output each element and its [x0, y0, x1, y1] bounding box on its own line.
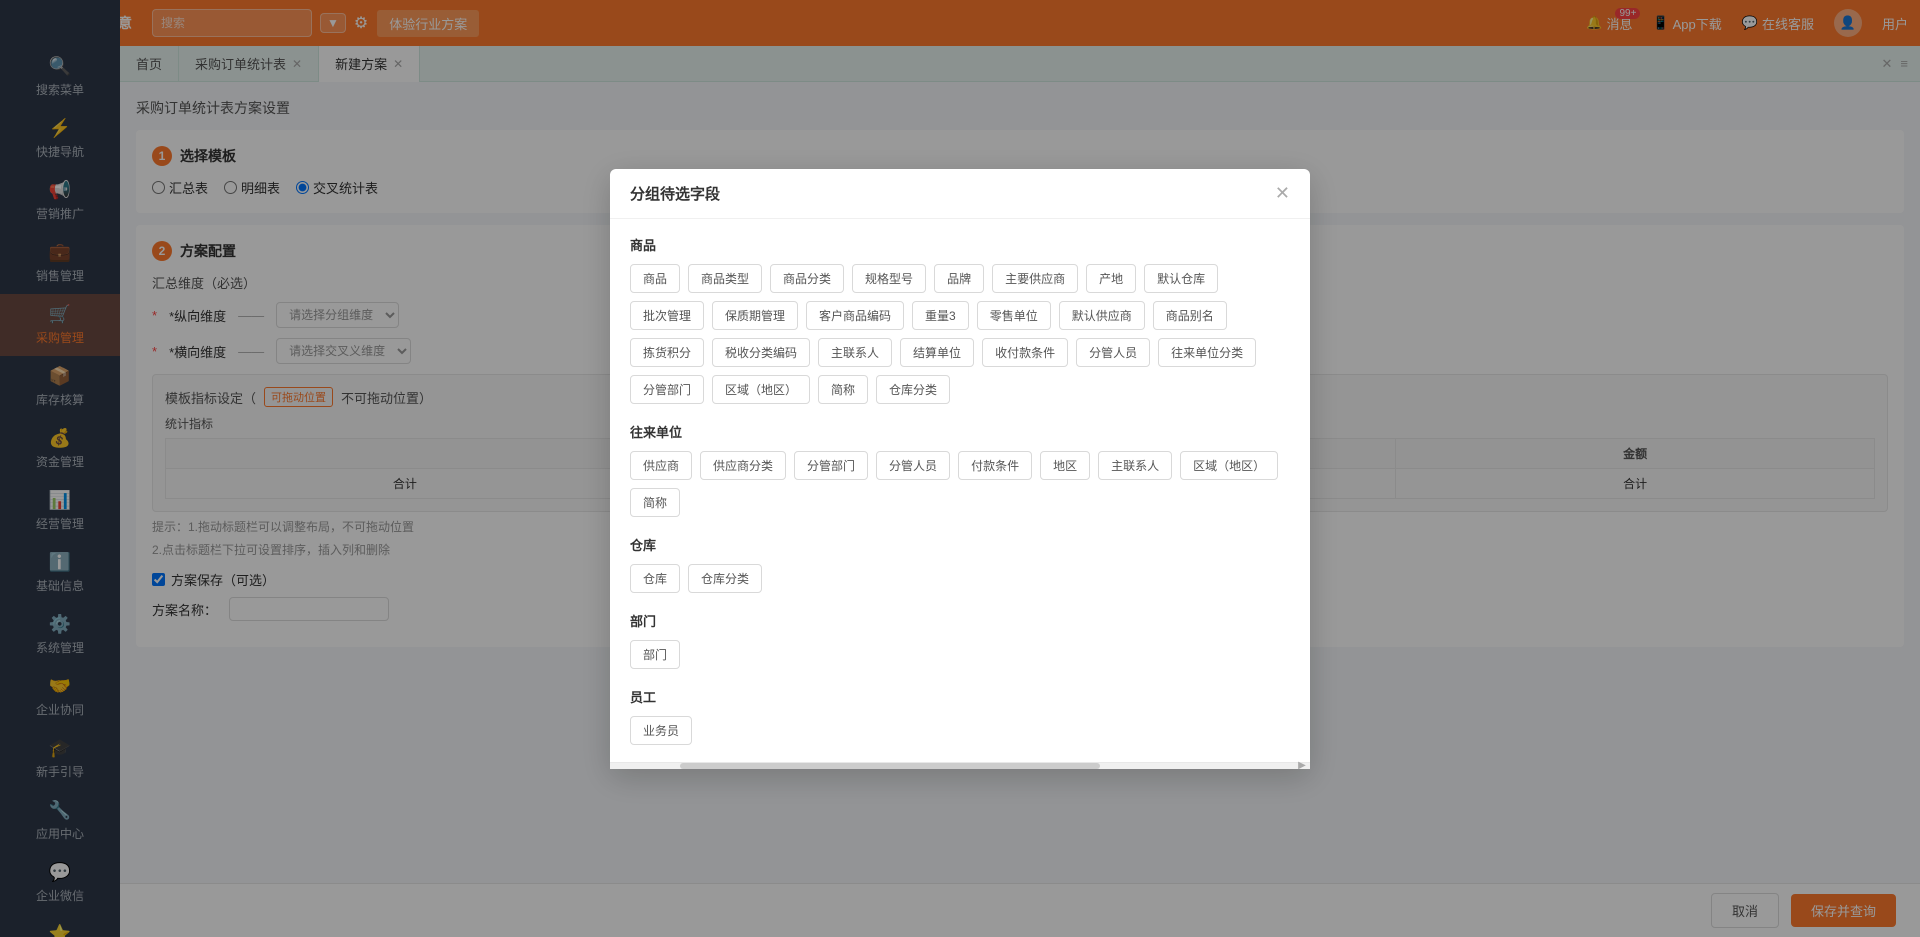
- field-group-员工: 员工业务员: [630, 687, 1290, 745]
- field-tag[interactable]: 部门: [630, 640, 680, 669]
- field-tag[interactable]: 付款条件: [958, 451, 1032, 480]
- field-tag[interactable]: 保质期管理: [712, 301, 798, 330]
- modal: 分组待选字段 ✕ 商品商品商品类型商品分类规格型号品牌主要供应商产地默认仓库批次…: [610, 169, 1310, 769]
- field-tag[interactable]: 主联系人: [1098, 451, 1172, 480]
- field-tag[interactable]: 分管部门: [794, 451, 868, 480]
- field-tag[interactable]: 零售单位: [977, 301, 1051, 330]
- field-tag[interactable]: 收付款条件: [982, 338, 1068, 367]
- field-group-部门: 部门部门: [630, 611, 1290, 669]
- field-tag[interactable]: 主要供应商: [992, 264, 1078, 293]
- modal-header: 分组待选字段 ✕: [610, 169, 1310, 219]
- field-tags: 商品商品类型商品分类规格型号品牌主要供应商产地默认仓库批次管理保质期管理客户商品…: [630, 264, 1290, 404]
- modal-horizontal-scrollbar[interactable]: ▶: [610, 762, 1310, 769]
- field-tag[interactable]: 客户商品编码: [806, 301, 904, 330]
- field-tag[interactable]: 供应商: [630, 451, 692, 480]
- scroll-right-arrow[interactable]: ▶: [1294, 763, 1310, 769]
- field-tag[interactable]: 分管人员: [1076, 338, 1150, 367]
- field-tag[interactable]: 分管部门: [630, 375, 704, 404]
- modal-overlay[interactable]: 分组待选字段 ✕ 商品商品商品类型商品分类规格型号品牌主要供应商产地默认仓库批次…: [0, 0, 1920, 937]
- field-tag[interactable]: 批次管理: [630, 301, 704, 330]
- modal-title: 分组待选字段: [630, 183, 720, 204]
- field-tag[interactable]: 仓库分类: [876, 375, 950, 404]
- field-tag[interactable]: 往来单位分类: [1158, 338, 1256, 367]
- field-tag[interactable]: 简称: [630, 488, 680, 517]
- field-tags: 部门: [630, 640, 1290, 669]
- field-group-title: 员工: [630, 687, 1290, 706]
- modal-close-button[interactable]: ✕: [1275, 183, 1290, 204]
- field-tag[interactable]: 商品类型: [688, 264, 762, 293]
- field-tags: 业务员: [630, 716, 1290, 745]
- field-tag[interactable]: 商品: [630, 264, 680, 293]
- field-tag[interactable]: 品牌: [934, 264, 984, 293]
- field-group-title: 往来单位: [630, 422, 1290, 441]
- field-tag[interactable]: 拣货积分: [630, 338, 704, 367]
- field-tag[interactable]: 分管人员: [876, 451, 950, 480]
- field-tag[interactable]: 默认仓库: [1144, 264, 1218, 293]
- modal-body[interactable]: 商品商品商品类型商品分类规格型号品牌主要供应商产地默认仓库批次管理保质期管理客户…: [610, 219, 1310, 762]
- field-tags: 供应商供应商分类分管部门分管人员付款条件地区主联系人区域（地区） 简称: [630, 451, 1290, 517]
- field-tag[interactable]: 区域（地区）: [712, 375, 810, 404]
- scroll-thumb-horizontal[interactable]: [680, 763, 1100, 769]
- field-tag[interactable]: 简称: [818, 375, 868, 404]
- field-tag[interactable]: 重量3: [912, 301, 969, 330]
- field-tag[interactable]: 规格型号: [852, 264, 926, 293]
- field-tag[interactable]: 地区: [1040, 451, 1090, 480]
- field-tag[interactable]: 主联系人: [818, 338, 892, 367]
- field-tag[interactable]: 税收分类编码: [712, 338, 810, 367]
- field-group-仓库: 仓库仓库仓库分类: [630, 535, 1290, 593]
- field-tag[interactable]: 商品分类: [770, 264, 844, 293]
- field-group-往来单位: 往来单位供应商供应商分类分管部门分管人员付款条件地区主联系人区域（地区） 简称: [630, 422, 1290, 517]
- field-tag[interactable]: 产地: [1086, 264, 1136, 293]
- field-tag[interactable]: 仓库分类: [688, 564, 762, 593]
- field-tag[interactable]: 商品别名: [1153, 301, 1227, 330]
- field-tags: 仓库仓库分类: [630, 564, 1290, 593]
- field-tag[interactable]: 仓库: [630, 564, 680, 593]
- field-group-title: 商品: [630, 235, 1290, 254]
- field-tag[interactable]: 业务员: [630, 716, 692, 745]
- field-tag[interactable]: 供应商分类: [700, 451, 786, 480]
- field-group-title: 部门: [630, 611, 1290, 630]
- field-group-商品: 商品商品商品类型商品分类规格型号品牌主要供应商产地默认仓库批次管理保质期管理客户…: [630, 235, 1290, 404]
- field-tag[interactable]: 默认供应商: [1059, 301, 1145, 330]
- field-group-title: 仓库: [630, 535, 1290, 554]
- field-tag[interactable]: 区域（地区）: [1180, 451, 1278, 480]
- field-tag[interactable]: 结算单位: [900, 338, 974, 367]
